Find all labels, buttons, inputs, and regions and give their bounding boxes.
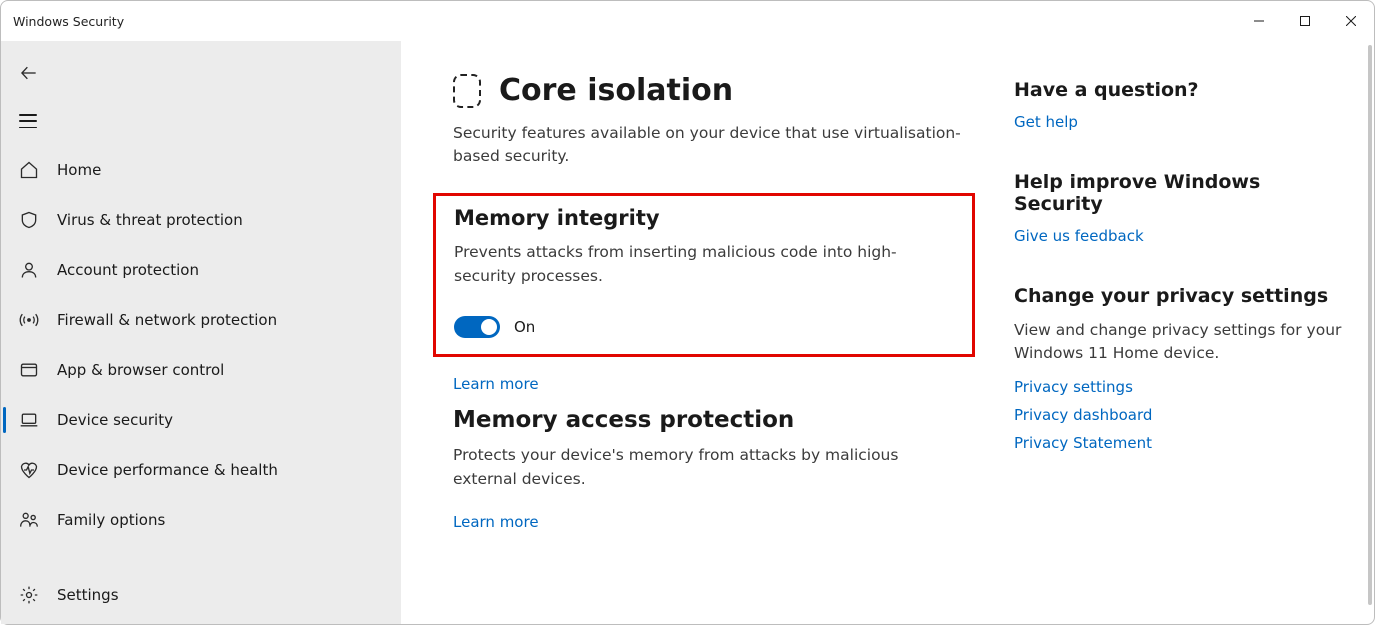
scrollbar[interactable] xyxy=(1368,45,1372,605)
window-title: Windows Security xyxy=(13,14,124,29)
body: Home Virus & threat protection Account p… xyxy=(1,41,1374,624)
titlebar: Windows Security xyxy=(1,1,1374,41)
back-button[interactable] xyxy=(1,49,401,97)
memory-integrity-toggle[interactable] xyxy=(454,316,500,338)
person-icon xyxy=(19,260,39,280)
hamburger-icon xyxy=(19,114,37,128)
page-title-row: Core isolation xyxy=(453,73,984,108)
memory-integrity-toggle-row: On xyxy=(454,316,954,338)
maximize-button[interactable] xyxy=(1282,1,1328,41)
memory-integrity-desc: Prevents attacks from inserting maliciou… xyxy=(454,240,934,288)
give-feedback-link[interactable]: Give us feedback xyxy=(1014,227,1144,245)
arrow-left-icon xyxy=(19,63,39,83)
sidebar-item-account[interactable]: Account protection xyxy=(1,245,401,295)
broadcast-icon xyxy=(19,310,39,330)
minimize-button[interactable] xyxy=(1236,1,1282,41)
sidebar-item-label: Family options xyxy=(57,511,165,529)
family-icon xyxy=(19,510,39,530)
memory-integrity-learn-more-link[interactable]: Learn more xyxy=(453,375,539,393)
memory-integrity-section: Memory integrity Prevents attacks from i… xyxy=(433,193,975,357)
close-button[interactable] xyxy=(1328,1,1374,41)
sidebar-item-label: Device security xyxy=(57,411,173,429)
memory-access-learn-more-link[interactable]: Learn more xyxy=(453,513,539,531)
home-icon xyxy=(19,160,39,180)
sidebar-item-family[interactable]: Family options xyxy=(1,495,401,545)
rail-improve-heading: Help improve Windows Security xyxy=(1014,171,1344,215)
sidebar-item-label: Device performance & health xyxy=(57,461,278,479)
sidebar-item-home[interactable]: Home xyxy=(1,145,401,195)
page-title: Core isolation xyxy=(499,73,733,108)
rail-privacy-text: View and change privacy settings for you… xyxy=(1014,319,1344,366)
privacy-statement-link[interactable]: Privacy Statement xyxy=(1014,434,1344,452)
rail-improve-block: Help improve Windows Security Give us fe… xyxy=(1014,171,1344,245)
page-subtitle: Security features available on your devi… xyxy=(453,122,973,169)
memory-integrity-toggle-label: On xyxy=(514,318,535,336)
sidebar: Home Virus & threat protection Account p… xyxy=(1,41,401,624)
sidebar-item-device-security[interactable]: Device security xyxy=(1,395,401,445)
sidebar-item-settings[interactable]: Settings xyxy=(1,570,401,620)
rail-privacy-heading: Change your privacy settings xyxy=(1014,285,1344,307)
sidebar-item-label: Account protection xyxy=(57,261,199,279)
sidebar-item-virus-threat[interactable]: Virus & threat protection xyxy=(1,195,401,245)
right-rail: Have a question? Get help Help improve W… xyxy=(1014,41,1374,624)
rail-privacy-links: Privacy settings Privacy dashboard Priva… xyxy=(1014,378,1344,452)
laptop-icon xyxy=(19,410,39,430)
privacy-dashboard-link[interactable]: Privacy dashboard xyxy=(1014,406,1344,424)
sidebar-item-label: App & browser control xyxy=(57,361,224,379)
rail-question-heading: Have a question? xyxy=(1014,79,1344,101)
sidebar-item-firewall[interactable]: Firewall & network protection xyxy=(1,295,401,345)
app-window-icon xyxy=(19,360,39,380)
get-help-link[interactable]: Get help xyxy=(1014,113,1078,131)
content-column: Core isolation Security features availab… xyxy=(401,41,1014,624)
rail-question-block: Have a question? Get help xyxy=(1014,79,1344,131)
sidebar-item-label: Settings xyxy=(57,586,119,604)
sidebar-item-app-browser[interactable]: App & browser control xyxy=(1,345,401,395)
sidebar-item-label: Firewall & network protection xyxy=(57,311,277,329)
memory-access-desc: Protects your device's memory from attac… xyxy=(453,443,933,491)
privacy-settings-link[interactable]: Privacy settings xyxy=(1014,378,1344,396)
shield-icon xyxy=(19,210,39,230)
sidebar-item-label: Virus & threat protection xyxy=(57,211,243,229)
sidebar-item-performance-health[interactable]: Device performance & health xyxy=(1,445,401,495)
rail-privacy-block: Change your privacy settings View and ch… xyxy=(1014,285,1344,452)
memory-access-title: Memory access protection xyxy=(453,407,973,433)
app-window: Windows Security xyxy=(0,0,1375,625)
main-area: Core isolation Security features availab… xyxy=(401,41,1374,624)
gear-icon xyxy=(19,585,39,605)
core-isolation-icon xyxy=(453,74,481,108)
heart-pulse-icon xyxy=(19,460,39,480)
memory-access-section: Memory access protection Protects your d… xyxy=(453,407,973,531)
memory-integrity-title: Memory integrity xyxy=(454,206,954,230)
menu-button[interactable] xyxy=(1,97,401,145)
sidebar-item-label: Home xyxy=(57,161,101,179)
